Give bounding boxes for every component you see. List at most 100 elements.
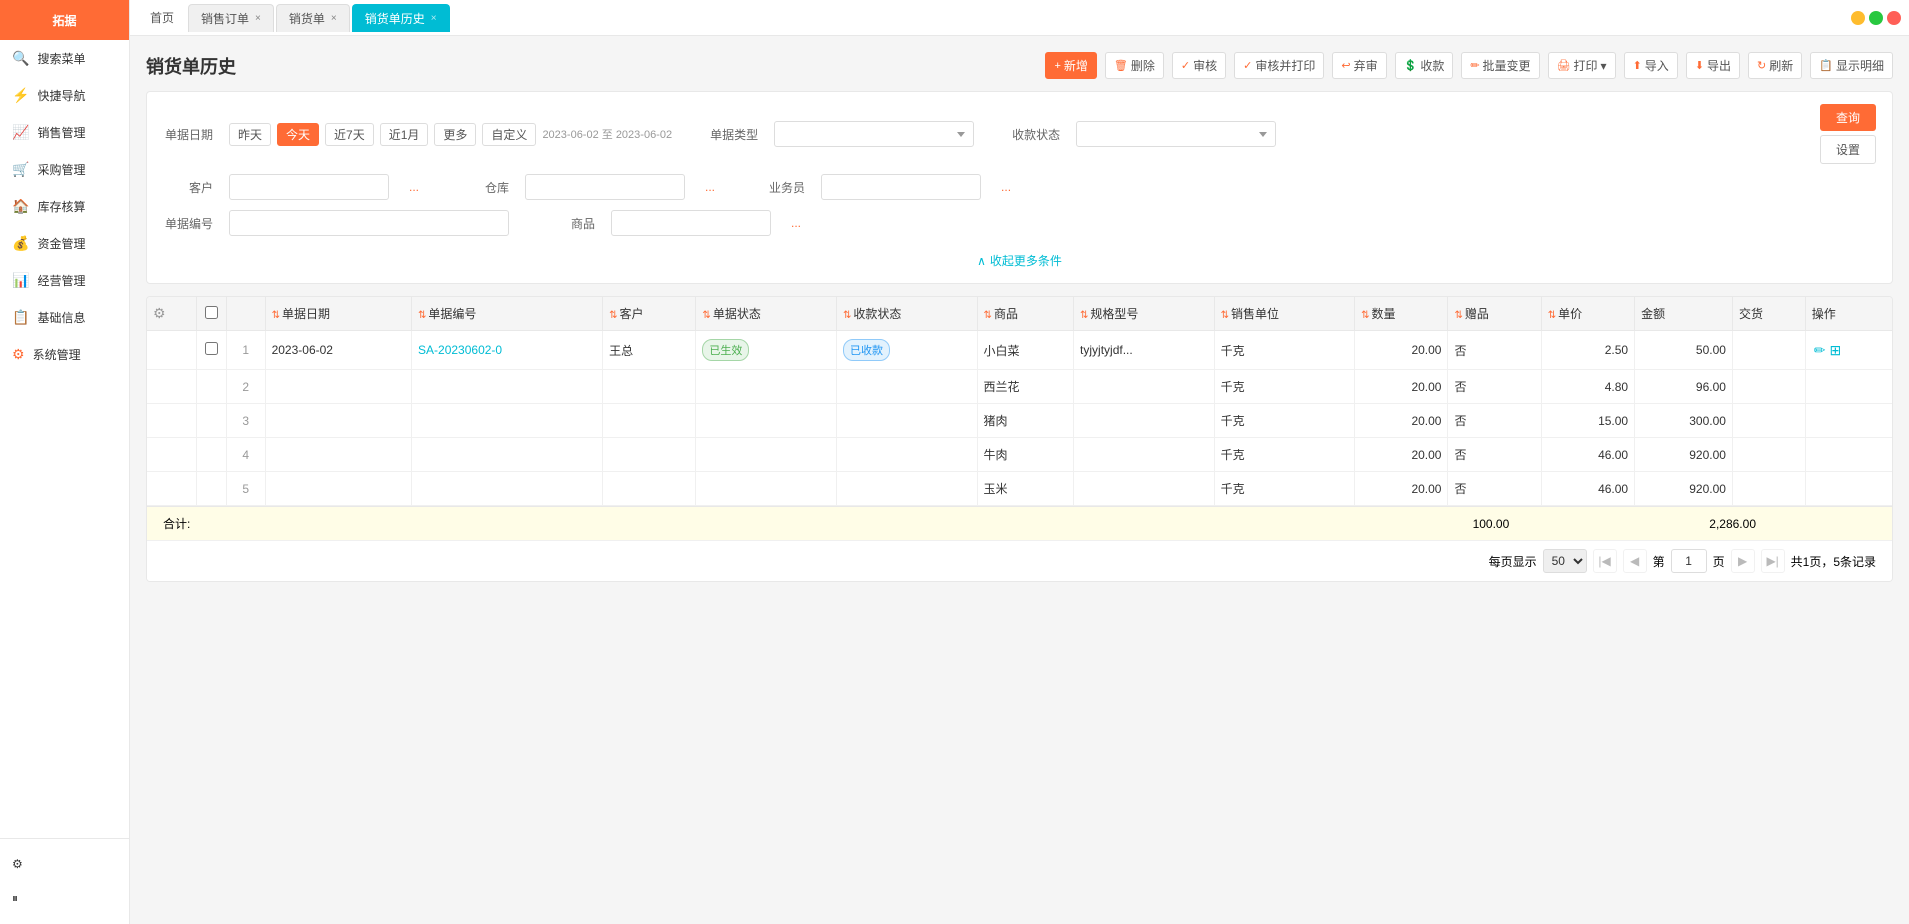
add-button[interactable]: + 新增 [1045,52,1096,79]
product-dots[interactable]: ... [787,216,805,230]
display-detail-icon: 📋 [1819,59,1833,72]
row-delivery-4 [1732,472,1805,506]
row-unit-0: 千克 [1214,331,1355,370]
date-btn-yesterday[interactable]: 昨天 [229,123,271,146]
warehouse-input[interactable] [525,174,685,200]
col-num [226,297,265,331]
sidebar-item-finance[interactable]: 💰 资金管理 [0,225,129,262]
payment-status-select[interactable] [1076,121,1276,147]
row-customer-2 [603,404,696,438]
col-spec[interactable]: ⇅规格型号 [1074,297,1215,331]
col-gift[interactable]: ⇅赠品 [1448,297,1541,331]
collect-button[interactable]: 💲 收款 [1395,52,1454,79]
row-doc-no-1[interactable] [412,370,603,404]
warehouse-dots[interactable]: ... [701,180,719,194]
sales-rep-input[interactable] [821,174,981,200]
row-pay-status-3 [836,438,977,472]
abandon-button[interactable]: ↩ 弃审 [1332,52,1386,79]
col-unit-price[interactable]: ⇅单价 [1541,297,1634,331]
footer-label: 合计: [163,515,190,532]
delete-button[interactable]: 🗑 删除 [1105,52,1164,79]
row-checkbox-2[interactable] [196,404,226,438]
display-detail-button[interactable]: 📋 显示明细 [1810,52,1893,79]
sidebar-settings-btn[interactable]: ⚙ [0,847,129,881]
tab-sales-delivery[interactable]: 销货单 × [276,4,350,32]
batch-change-button[interactable]: ✏ 批量变更 [1461,52,1539,79]
doc-type-select[interactable] [774,121,974,147]
next-page-btn[interactable]: ▶ [1731,549,1755,573]
row-checkbox-3[interactable] [196,438,226,472]
row-delete-btn-0[interactable]: ⊞ [1828,342,1844,359]
row-doc-date-2 [265,404,411,438]
prev-page-btn[interactable]: ◀ [1623,549,1647,573]
filter-settings-button[interactable]: 设置 [1820,135,1876,164]
tab-sales-order-close[interactable]: × [255,13,261,24]
tab-home[interactable]: 首页 [138,4,186,32]
col-pay-status[interactable]: ⇅收款状态 [836,297,977,331]
sidebar-item-basic-info[interactable]: 📋 基础信息 [0,299,129,336]
row-doc-no-0[interactable]: SA-20230602-0 [412,331,603,370]
col-qty[interactable]: ⇅数量 [1355,297,1448,331]
sidebar-item-purchase-mgmt[interactable]: 🛒 采购管理 [0,151,129,188]
doc-no-input[interactable] [229,210,509,236]
maximize-button[interactable] [1869,11,1883,25]
row-checkbox-4[interactable] [196,472,226,506]
row-checkbox-1[interactable] [196,370,226,404]
tab-sales-delivery-close[interactable]: × [331,13,337,24]
customer-input[interactable] [229,174,389,200]
date-btn-more[interactable]: 更多 [434,123,476,146]
sales-rep-dots[interactable]: ... [997,180,1015,194]
per-page-label: 每页显示 [1489,553,1537,570]
col-settings[interactable]: ⚙ [147,297,196,331]
row-doc-no-4[interactable] [412,472,603,506]
sidebar-item-search-menu[interactable]: 🔍 搜索菜单 [0,40,129,77]
sort-icon-doc-date: ⇅ [272,310,280,321]
audit-print-button[interactable]: ✓ 审核并打印 [1234,52,1324,79]
audit-button[interactable]: ✓ 审核 [1172,52,1226,79]
row-checkbox-0[interactable] [196,331,226,370]
row-num-1: 2 [226,370,265,404]
import-button[interactable]: ⬆ 导入 [1624,52,1678,79]
tab-sales-history-close[interactable]: × [431,13,437,24]
row-doc-no-3[interactable] [412,438,603,472]
data-table: ⚙ ⇅单据日期 ⇅单据编号 ⇅客户 ⇅单据状态 ⇅收款状态 ⇅商品 ⇅规格型号 … [146,296,1893,582]
date-btn-1month[interactable]: 近1月 [380,123,429,146]
col-product[interactable]: ⇅商品 [977,297,1073,331]
page-input[interactable] [1671,549,1707,573]
first-page-btn[interactable]: |◀ [1593,549,1617,573]
col-doc-status[interactable]: ⇅单据状态 [696,297,837,331]
row-doc-no-2[interactable] [412,404,603,438]
print-button[interactable]: 🖨 打印 ▾ [1548,52,1616,79]
tab-sales-order[interactable]: 销售订单 × [188,4,274,32]
per-page-select[interactable]: 50 [1543,549,1587,573]
query-button[interactable]: 查询 [1820,104,1876,131]
row-edit-btn-0[interactable]: ✏ [1812,342,1828,359]
date-btn-7days[interactable]: 近7天 [325,123,374,146]
last-page-btn[interactable]: ▶| [1761,549,1785,573]
collapse-btn[interactable]: ∧ 收起更多条件 [163,246,1876,271]
date-btn-today[interactable]: 今天 [277,123,319,146]
sidebar-item-quick-nav[interactable]: ⚡ 快捷导航 [0,77,129,114]
row-doc-date-4 [265,472,411,506]
product-input[interactable] [611,210,771,236]
close-button[interactable] [1887,11,1901,25]
date-btn-custom[interactable]: 自定义 [482,123,536,146]
sidebar-item-sales-mgmt[interactable]: 📈 销售管理 [0,114,129,151]
minimize-button[interactable] [1851,11,1865,25]
col-unit[interactable]: ⇅销售单位 [1214,297,1355,331]
sidebar-collapse-btn[interactable]: ⏸ [0,881,129,916]
col-settings-icon[interactable]: ⚙ [153,305,166,321]
export-button[interactable]: ⬇ 导出 [1686,52,1740,79]
sidebar-item-sys-mgmt[interactable]: ⚙ 系统管理 [0,336,129,373]
tab-sales-history[interactable]: 销货单历史 × [352,4,450,32]
col-customer[interactable]: ⇅客户 [603,297,696,331]
row-num-3: 4 [226,438,265,472]
sidebar-item-inventory[interactable]: 🏠 库存核算 [0,188,129,225]
col-doc-no[interactable]: ⇅单据编号 [412,297,603,331]
customer-dots[interactable]: ... [405,180,423,194]
refresh-button[interactable]: ↻ 刷新 [1748,52,1802,79]
col-doc-date[interactable]: ⇅单据日期 [265,297,411,331]
select-all-checkbox[interactable] [205,306,218,319]
row-checkbox-input-0[interactable] [205,342,218,355]
sidebar-item-ops[interactable]: 📊 经营管理 [0,262,129,299]
